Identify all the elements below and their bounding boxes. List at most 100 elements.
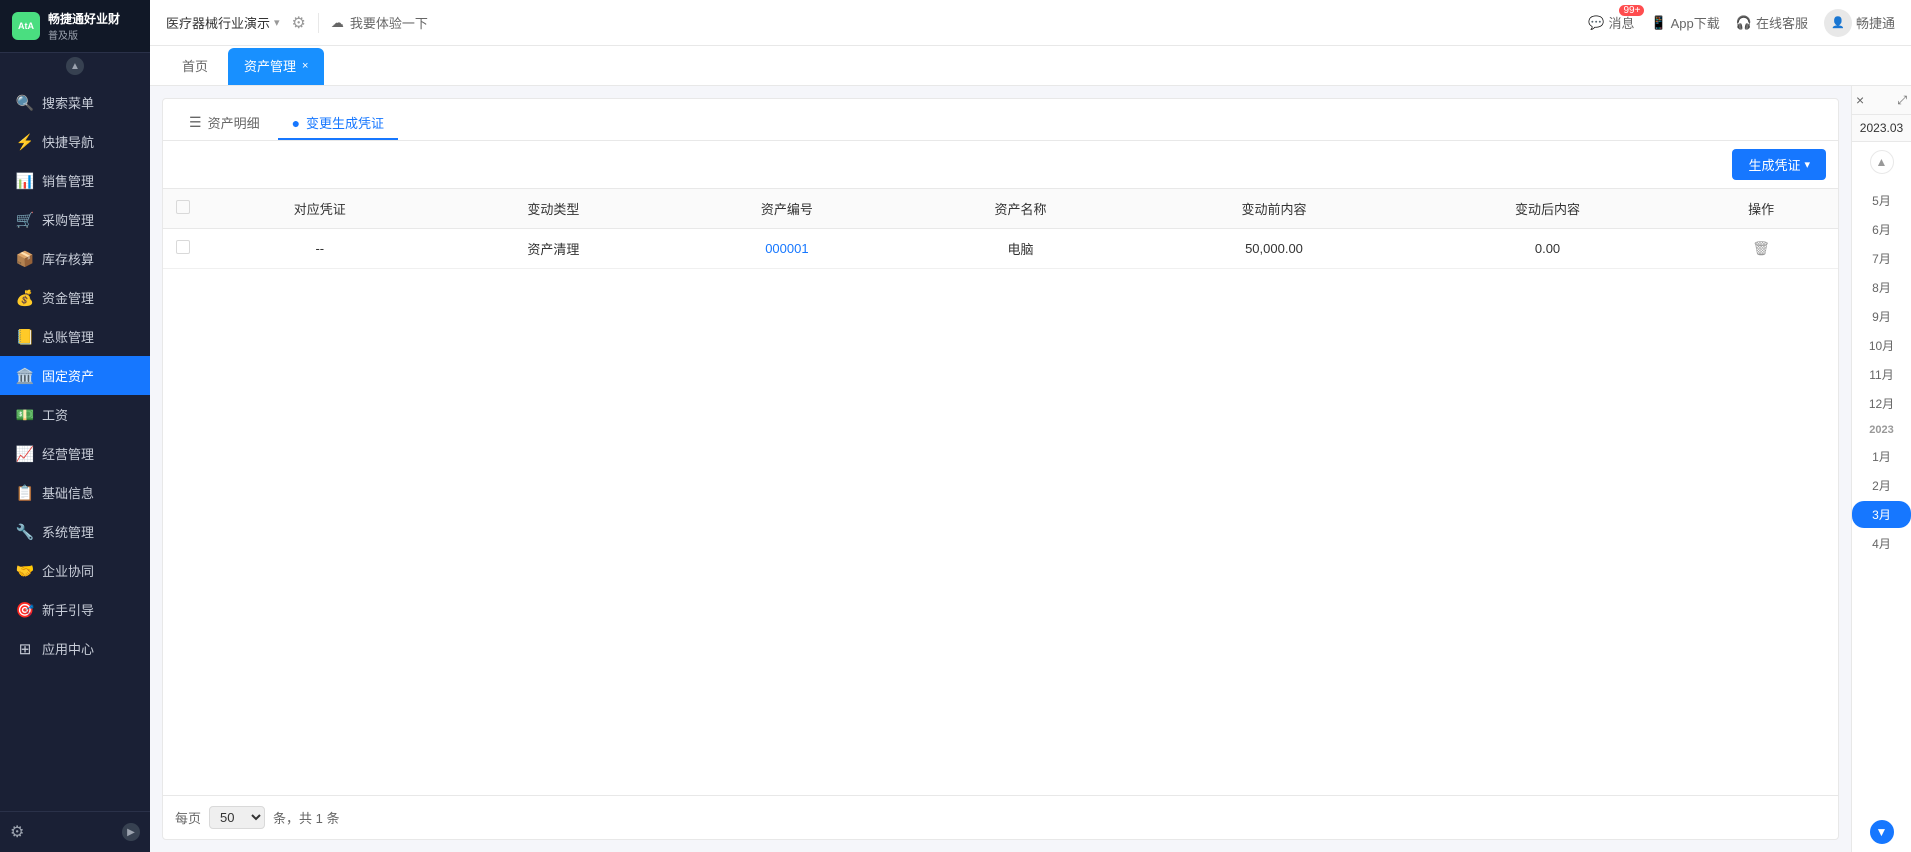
- sidebar-item-search[interactable]: 🔍 搜索菜单: [0, 83, 150, 122]
- company-selector[interactable]: 医疗器械行业演示 ▾: [166, 13, 280, 32]
- row-asset-name-0: 电脑: [904, 229, 1138, 269]
- date-scroll-up-btn[interactable]: ▲: [1870, 150, 1894, 174]
- date-item-11[interactable]: 3月: [1852, 501, 1911, 528]
- sidebar-nav: 🔍 搜索菜单 ⚡ 快捷导航 📊 销售管理 🛒 采购管理 📦 库存核算 💰 资金管…: [0, 79, 150, 811]
- date-item-2[interactable]: 7月: [1852, 245, 1911, 272]
- sidebar-item-quick-nav[interactable]: ⚡ 快捷导航: [0, 122, 150, 161]
- service-icon: 🎧: [1736, 15, 1752, 31]
- generate-voucher-button[interactable]: 生成凭证 ▾: [1732, 149, 1826, 180]
- username: 畅捷通: [1856, 13, 1895, 32]
- date-item-9[interactable]: 1月: [1852, 443, 1911, 470]
- date-item-4[interactable]: 9月: [1852, 303, 1911, 330]
- per-page-select[interactable]: 50 10 20 100: [209, 806, 265, 829]
- tab-asset-mgmt-label: 资产管理: [244, 56, 296, 75]
- sub-tab-change-voucher[interactable]: ● 变更生成凭证: [278, 107, 398, 140]
- sidebar-item-sales[interactable]: 📊 销售管理: [0, 161, 150, 200]
- avatar: 👤: [1824, 9, 1852, 37]
- date-item-0[interactable]: 5月: [1852, 187, 1911, 214]
- sidebar-item-app-center[interactable]: ⊞ 应用中心: [0, 629, 150, 668]
- sales-icon: 📊: [16, 172, 34, 190]
- system-icon: 🔧: [16, 523, 34, 541]
- table-wrap: 对应凭证 变动类型 资产编号 资产名称 变动前内容 变动后内容 操作 -- 资产…: [163, 189, 1838, 795]
- th-asset-name: 资产名称: [904, 189, 1138, 229]
- settings-icon[interactable]: ⚙: [10, 822, 24, 842]
- select-all-checkbox[interactable]: [176, 200, 190, 214]
- inventory-icon: 📦: [16, 250, 34, 268]
- sidebar-item-payroll[interactable]: 💵 工资: [0, 395, 150, 434]
- row-checkbox-0[interactable]: [176, 240, 190, 254]
- header-divider: [318, 13, 319, 33]
- sidebar-item-guide[interactable]: 🎯 新手引导: [0, 590, 150, 629]
- th-voucher: 对应凭证: [203, 189, 437, 229]
- list-icon: ☰: [189, 114, 202, 131]
- sidebar-item-operations[interactable]: 📈 经营管理: [0, 434, 150, 473]
- row-change-type-0: 资产清理: [437, 229, 671, 269]
- sidebar: AtA 畅捷通好业财 普及版 ▲ 🔍 搜索菜单 ⚡ 快捷导航 📊 销售管理 🛒 …: [0, 0, 150, 852]
- th-action: 操作: [1684, 189, 1838, 229]
- date-scroll-down-btn[interactable]: ▼: [1870, 820, 1894, 844]
- sub-tab-change-voucher-label: 变更生成凭证: [306, 113, 384, 132]
- gen-voucher-arrow: ▾: [1804, 158, 1810, 171]
- sub-tab-asset-detail[interactable]: ☰ 资产明细: [175, 107, 274, 140]
- payroll-icon: 💵: [16, 406, 34, 424]
- guide-icon: 🎯: [16, 601, 34, 619]
- row-asset-code-0: 000001: [670, 229, 904, 269]
- th-change-type: 变动类型: [437, 189, 671, 229]
- app-download-label: App下载: [1671, 13, 1720, 32]
- table-toolbar: 生成凭证 ▾: [163, 141, 1838, 189]
- sidebar-scroll-right[interactable]: ▶: [122, 823, 140, 841]
- header-right: 💬 消息 99+ 📱 App下载 🎧 在线客服 👤 畅捷通: [1588, 9, 1895, 37]
- date-scroll: 5月6月7月8月9月10月11月12月20231月2月3月4月: [1852, 182, 1911, 812]
- app-download-button[interactable]: 📱 App下载: [1650, 13, 1719, 32]
- sidebar-item-label: 搜索菜单: [42, 93, 94, 112]
- app-name: 畅捷通好业财: [48, 10, 120, 27]
- header-settings-icon[interactable]: ⚙: [292, 13, 306, 33]
- experience-button[interactable]: ☁ 我要体验一下: [331, 13, 428, 32]
- date-item-12[interactable]: 4月: [1852, 530, 1911, 557]
- total-label: 条，共 1 条: [273, 808, 339, 827]
- basic-info-icon: 📋: [16, 484, 34, 502]
- sidebar-item-label: 总账管理: [42, 327, 94, 346]
- fixed-assets-icon: 🏛️: [16, 367, 34, 385]
- sidebar-item-collab[interactable]: 🤝 企业协同: [0, 551, 150, 590]
- sidebar-item-label: 采购管理: [42, 210, 94, 229]
- sidebar-scroll-up[interactable]: ▲: [66, 57, 84, 75]
- online-service-button[interactable]: 🎧 在线客服: [1736, 13, 1808, 32]
- sidebar-item-ledger[interactable]: 📒 总账管理: [0, 317, 150, 356]
- top-header: 医疗器械行业演示 ▾ ⚙ ☁ 我要体验一下 💬 消息 99+ 📱 App下载 🎧…: [150, 0, 1911, 46]
- row-before-change-0: 50,000.00: [1137, 229, 1411, 269]
- panel-expand-btn[interactable]: ⤢: [1897, 93, 1907, 108]
- tab-close-icon[interactable]: ×: [302, 60, 308, 72]
- sidebar-item-system[interactable]: 🔧 系统管理: [0, 512, 150, 551]
- table-row: -- 资产清理 000001 电脑 50,000.00 0.00 🗑: [163, 229, 1838, 269]
- th-before-change: 变动前内容: [1137, 189, 1411, 229]
- th-asset-code: 资产编号: [670, 189, 904, 229]
- sidebar-item-label: 快捷导航: [42, 132, 94, 151]
- finance-icon: 💰: [16, 289, 34, 307]
- message-icon: 💬: [1588, 15, 1604, 31]
- cloud-icon: ☁: [331, 15, 344, 31]
- sidebar-item-fixed-assets[interactable]: 🏛️ 固定资产: [0, 356, 150, 395]
- panel-close-btn[interactable]: ×: [1856, 92, 1864, 108]
- tab-bar: 首页 资产管理 ×: [150, 46, 1911, 86]
- date-item-6[interactable]: 11月: [1852, 361, 1911, 388]
- tab-home[interactable]: 首页: [166, 48, 224, 85]
- experience-label: 我要体验一下: [350, 13, 428, 32]
- date-item-10[interactable]: 2月: [1852, 472, 1911, 499]
- sidebar-item-finance[interactable]: 💰 资金管理: [0, 278, 150, 317]
- row-delete-icon-0[interactable]: 🗑: [1752, 240, 1770, 256]
- sidebar-item-label: 经营管理: [42, 444, 94, 463]
- sidebar-item-purchase[interactable]: 🛒 采购管理: [0, 200, 150, 239]
- date-item-7[interactable]: 12月: [1852, 390, 1911, 417]
- messages-button[interactable]: 💬 消息 99+: [1588, 13, 1634, 32]
- tab-asset-mgmt[interactable]: 资产管理 ×: [228, 48, 324, 85]
- date-item-1[interactable]: 6月: [1852, 216, 1911, 243]
- gen-voucher-label: 生成凭证: [1748, 155, 1800, 174]
- sidebar-item-inventory[interactable]: 📦 库存核算: [0, 239, 150, 278]
- sidebar-item-label: 新手引导: [42, 600, 94, 619]
- sidebar-item-basic-info[interactable]: 📋 基础信息: [0, 473, 150, 512]
- content-main: ☰ 资产明细 ● 变更生成凭证 生成凭证 ▾: [162, 98, 1839, 840]
- user-profile[interactable]: 👤 畅捷通: [1824, 9, 1895, 37]
- date-item-3[interactable]: 8月: [1852, 274, 1911, 301]
- date-item-5[interactable]: 10月: [1852, 332, 1911, 359]
